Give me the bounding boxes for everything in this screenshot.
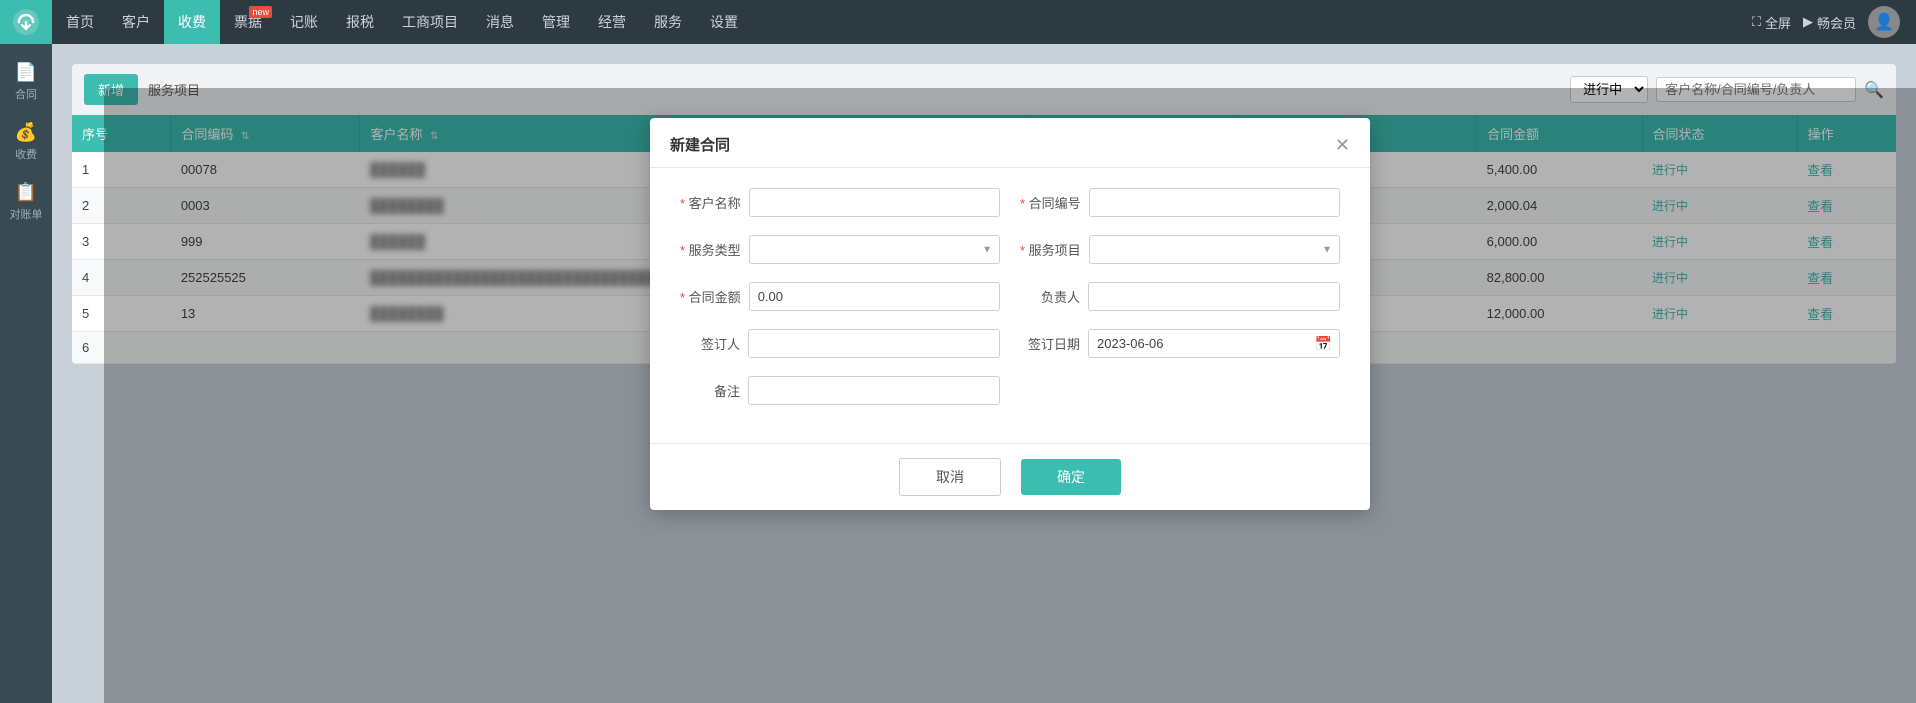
- responsible-label: 负责人: [1020, 287, 1080, 306]
- form-group-amount: 合同金额: [680, 282, 1000, 311]
- modal-footer: 取消 确定: [650, 443, 1370, 510]
- sidebar: 📄 合同 💰 收费 📋 对账单: [0, 44, 52, 703]
- form-group-sign-date: 签订日期 📅: [1020, 329, 1340, 358]
- top-navigation: 首页 客户 收费 票据 new 记账 报税 工商项目 消息 管理 经营 服务 设…: [0, 0, 1916, 44]
- new-contract-modal: 新建合同 ✕ 客户名称 合同编号: [650, 118, 1370, 510]
- form-row-2: 服务类型 服务项目: [680, 235, 1340, 264]
- new-badge: new: [249, 6, 272, 18]
- modal-title: 新建合同: [670, 134, 730, 155]
- form-group-remark: 备注: [680, 376, 1000, 405]
- form-group-customer-name: 客户名称: [680, 188, 1000, 217]
- sidebar-item-合同[interactable]: 📄 合同: [0, 54, 52, 110]
- nav-items: 首页 客户 收费 票据 new 记账 报税 工商项目 消息 管理 经营 服务 设…: [52, 0, 1752, 44]
- main-content: 新增 服务项目 进行中 已完成 已取消 🔍 序号 合同编码 ⇅: [52, 44, 1916, 703]
- form-row-4: 签订人 签订日期 📅: [680, 329, 1340, 358]
- cancel-button[interactable]: 取消: [899, 458, 1001, 496]
- responsible-input[interactable]: [1088, 282, 1340, 311]
- form-group-responsible: 负责人: [1020, 282, 1340, 311]
- nav-收费[interactable]: 收费: [164, 0, 220, 44]
- member-button[interactable]: ▶ 畅会员: [1803, 13, 1856, 32]
- nav-customer[interactable]: 客户: [108, 0, 164, 44]
- contract-no-label: 合同编号: [1020, 193, 1081, 212]
- fullscreen-icon: ⛶: [1752, 14, 1761, 30]
- sign-date-input[interactable]: [1088, 329, 1340, 358]
- sign-date-wrap: 📅: [1088, 329, 1340, 358]
- customer-name-input[interactable]: [749, 188, 1000, 217]
- logo: [0, 0, 52, 44]
- nav-工商项目[interactable]: 工商项目: [388, 0, 472, 44]
- contract-icon: 📄: [15, 62, 37, 83]
- confirm-button[interactable]: 确定: [1021, 459, 1121, 495]
- nav-票据[interactable]: 票据 new: [220, 0, 276, 44]
- service-type-select[interactable]: [749, 235, 1000, 264]
- nav-设置[interactable]: 设置: [696, 0, 752, 44]
- fullscreen-button[interactable]: ⛶ 全屏: [1752, 13, 1791, 32]
- sign-date-label: 签订日期: [1020, 334, 1080, 353]
- form-row-5: 备注: [680, 376, 1340, 405]
- modal-overlay: 新建合同 ✕ 客户名称 合同编号: [104, 88, 1916, 703]
- signer-input[interactable]: [748, 329, 1000, 358]
- play-icon: ▶: [1803, 14, 1813, 30]
- form-group-service-type: 服务类型: [680, 235, 1000, 264]
- nav-服务[interactable]: 服务: [640, 0, 696, 44]
- sidebar-item-对账单[interactable]: 📋 对账单: [0, 174, 52, 230]
- nav-home[interactable]: 首页: [52, 0, 108, 44]
- contract-amount-input[interactable]: [749, 282, 1000, 311]
- form-group-signer: 签订人: [680, 329, 1000, 358]
- statement-icon: 📋: [15, 182, 37, 203]
- service-item-select-wrap: [1089, 235, 1340, 264]
- form-row-1: 客户名称 合同编号: [680, 188, 1340, 217]
- modal-close-button[interactable]: ✕: [1335, 136, 1350, 154]
- modal-header: 新建合同 ✕: [650, 118, 1370, 168]
- remark-label: 备注: [680, 381, 740, 400]
- fee-icon: 💰: [15, 122, 37, 143]
- signer-label: 签订人: [680, 334, 740, 353]
- contract-amount-label: 合同金额: [680, 287, 741, 306]
- nav-管理[interactable]: 管理: [528, 0, 584, 44]
- nav-经营[interactable]: 经营: [584, 0, 640, 44]
- contract-no-input[interactable]: [1089, 188, 1340, 217]
- service-item-label: 服务项目: [1020, 240, 1081, 259]
- nav-记账[interactable]: 记账: [276, 0, 332, 44]
- nav-报税[interactable]: 报税: [332, 0, 388, 44]
- service-type-label: 服务类型: [680, 240, 741, 259]
- remark-input[interactable]: [748, 376, 1000, 405]
- avatar-icon: 👤: [1874, 12, 1894, 32]
- service-type-select-wrap: [749, 235, 1000, 264]
- service-item-select[interactable]: [1089, 235, 1340, 264]
- form-group-contract-no: 合同编号: [1020, 188, 1340, 217]
- form-row-3: 合同金额 负责人: [680, 282, 1340, 311]
- form-group-service-item: 服务项目: [1020, 235, 1340, 264]
- nav-消息[interactable]: 消息: [472, 0, 528, 44]
- avatar[interactable]: 👤: [1868, 6, 1900, 38]
- nav-right: ⛶ 全屏 ▶ 畅会员 👤: [1752, 6, 1916, 38]
- customer-name-label: 客户名称: [680, 193, 741, 212]
- modal-body: 客户名称 合同编号 服务类型: [650, 168, 1370, 443]
- sidebar-item-收费[interactable]: 💰 收费: [0, 114, 52, 170]
